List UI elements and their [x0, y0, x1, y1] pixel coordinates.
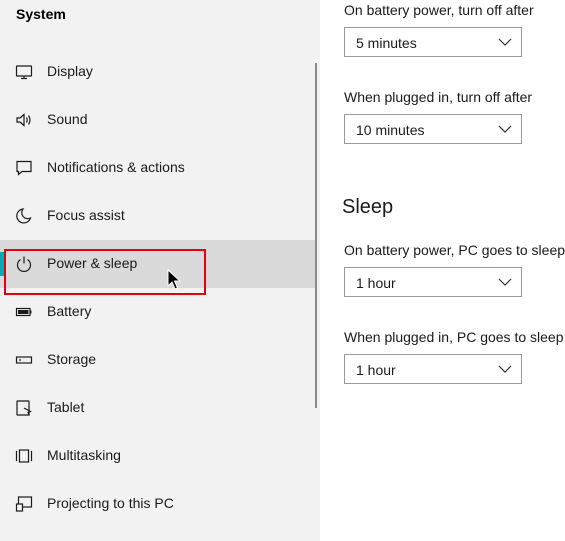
sleep-plugged-label: When plugged in, PC goes to sleep — [344, 329, 564, 345]
tablet-icon — [14, 398, 34, 418]
sidebar-item-tablet[interactable]: Tablet — [0, 384, 316, 432]
chevron-down-icon — [498, 278, 512, 286]
dropdown-value: 10 minutes — [356, 122, 425, 138]
dropdown-value: 1 hour — [356, 275, 396, 291]
sidebar-scrollbar[interactable] — [315, 63, 317, 408]
sleep-plugged-dropdown[interactable]: 1 hour — [344, 354, 522, 384]
sidebar-item-label: Multitasking — [47, 447, 121, 463]
speaker-icon — [14, 110, 34, 130]
storage-icon — [14, 350, 34, 370]
sidebar-item-notifications[interactable]: Notifications & actions — [0, 144, 316, 192]
dropdown-value: 1 hour — [356, 362, 396, 378]
sleep-section-title: Sleep — [342, 196, 394, 218]
screen-battery-dropdown[interactable]: 5 minutes — [344, 27, 522, 57]
chevron-down-icon — [498, 365, 512, 373]
sidebar-item-label: Projecting to this PC — [47, 495, 174, 511]
dropdown-value: 5 minutes — [356, 35, 417, 51]
sidebar-item-label: Notifications & actions — [47, 159, 185, 175]
sidebar-title: System — [16, 6, 66, 22]
sidebar-item-label: Display — [47, 63, 93, 79]
moon-icon — [14, 206, 34, 226]
sidebar-item-label: Storage — [47, 351, 97, 367]
projecting-icon — [14, 494, 34, 514]
notification-icon — [14, 158, 34, 178]
sidebar-item-sound[interactable]: Sound — [0, 96, 316, 144]
sidebar-item-display[interactable]: Display — [0, 48, 316, 96]
monitor-icon — [14, 62, 34, 82]
sidebar-item-multitasking[interactable]: Multitasking — [0, 432, 316, 480]
sleep-battery-label: On battery power, PC goes to sleep — [344, 242, 565, 258]
battery-icon — [14, 302, 34, 322]
screen-battery-label: On battery power, turn off after — [344, 2, 534, 18]
sidebar-item-focus-assist[interactable]: Focus assist — [0, 192, 316, 240]
sidebar-item-battery[interactable]: Battery — [0, 288, 316, 336]
screen-plugged-dropdown[interactable]: 10 minutes — [344, 114, 522, 144]
screen-plugged-label: When plugged in, turn off after — [344, 89, 533, 105]
sleep-battery-dropdown[interactable]: 1 hour — [344, 267, 522, 297]
sidebar-item-projecting[interactable]: Projecting to this PC — [0, 480, 316, 528]
multitasking-icon — [14, 446, 34, 466]
sidebar-item-label: Tablet — [47, 399, 85, 415]
settings-content: On battery power, turn off after 5 minut… — [320, 0, 565, 541]
sidebar-item-storage[interactable]: Storage — [0, 336, 316, 384]
sidebar-item-label: Focus assist — [47, 207, 125, 223]
sidebar-item-label: Battery — [47, 303, 92, 319]
chevron-down-icon — [498, 38, 512, 46]
sidebar-item-label: Sound — [47, 111, 88, 127]
mouse-cursor-icon — [167, 269, 181, 290]
chevron-down-icon — [498, 125, 512, 133]
